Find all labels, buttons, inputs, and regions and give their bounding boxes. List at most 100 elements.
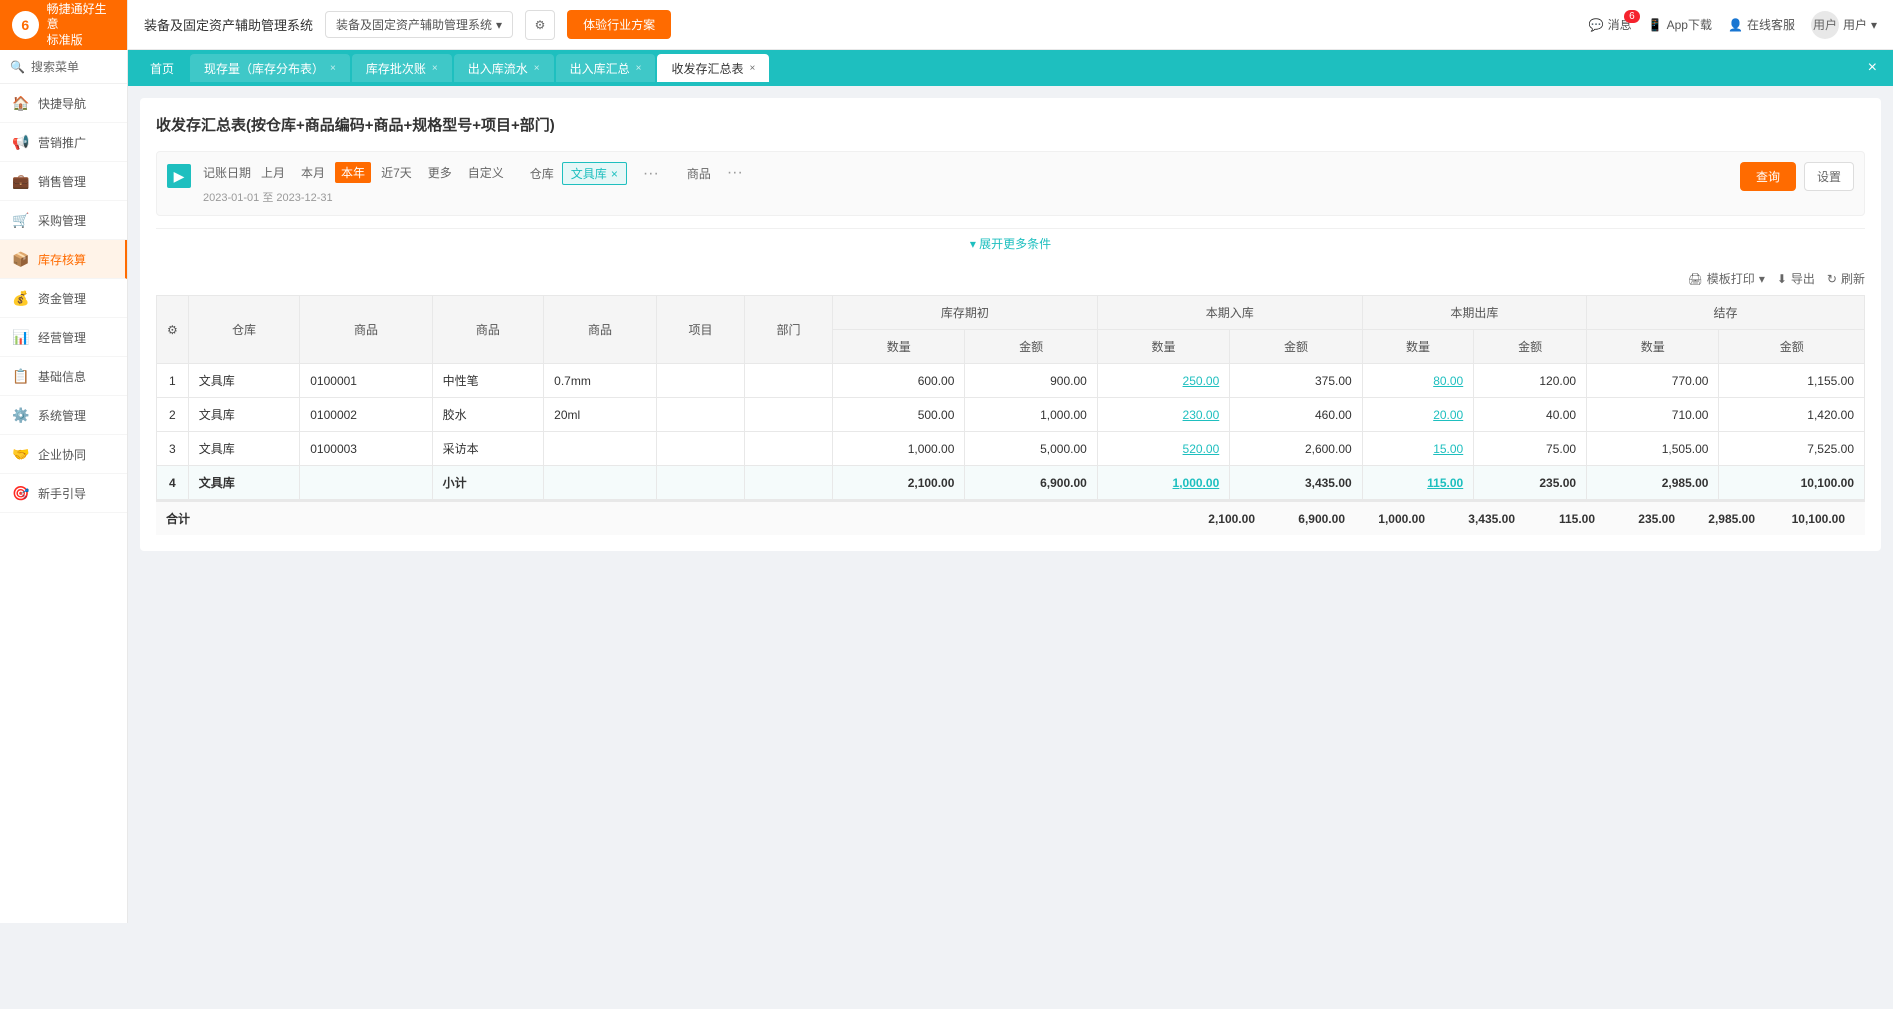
sidebar-item-quick-nav[interactable]: 🏠 快捷导航	[0, 84, 127, 123]
date-btn-last-month[interactable]: 上月	[255, 162, 291, 183]
user-dropdown-icon: ▾	[1871, 18, 1877, 32]
export-button[interactable]: ⬇ 导出	[1777, 270, 1815, 287]
sidebar-item-label: 新手引导	[38, 485, 86, 502]
tab-batch-ledger[interactable]: 库存批次账 ×	[352, 54, 452, 82]
date-btn-this-month[interactable]: 本月	[295, 162, 331, 183]
sidebar-item-base[interactable]: 📋 基础信息	[0, 357, 127, 396]
tab-close-icon[interactable]: ×	[432, 63, 438, 74]
sidebar-item-system[interactable]: ⚙️ 系统管理	[0, 396, 127, 435]
finance-icon: 💰	[12, 289, 30, 307]
tab-recv-send-summary[interactable]: 收发存汇总表 ×	[657, 54, 769, 82]
export-icon: ⬇	[1777, 272, 1787, 286]
warehouse-tag-close[interactable]: ×	[611, 167, 618, 181]
tab-close-icon[interactable]: ×	[749, 63, 755, 74]
marketing-icon: 📢	[12, 133, 30, 151]
table-cell[interactable]: 520.00	[1097, 432, 1229, 466]
date-btn-custom[interactable]: 自定义	[462, 162, 510, 183]
tab-in-out-summary[interactable]: 出入库汇总 ×	[556, 54, 656, 82]
table-cell	[656, 398, 744, 432]
sidebar-search[interactable]: 🔍 搜索菜单	[0, 50, 127, 84]
table-cell	[656, 364, 744, 398]
tab-bar-close[interactable]: ×	[1860, 59, 1885, 77]
trial-button[interactable]: 体验行业方案	[567, 10, 671, 39]
tab-close-icon[interactable]: ×	[534, 63, 540, 74]
sidebar-item-guide[interactable]: 🎯 新手引导	[0, 474, 127, 513]
sidebar-item-inventory[interactable]: 📦 库存核算	[0, 240, 127, 279]
date-btn-7days[interactable]: 近7天	[375, 162, 418, 183]
sidebar-item-marketing[interactable]: 📢 营销推广	[0, 123, 127, 162]
tab-home[interactable]: 首页	[136, 54, 188, 82]
footer-opening-qty: 2,100.00	[1185, 512, 1265, 526]
refresh-icon: ↻	[1827, 272, 1837, 286]
table-cell[interactable]: 15.00	[1362, 432, 1474, 466]
date-btn-this-year[interactable]: 本年	[335, 162, 371, 183]
sidebar-item-label: 基础信息	[38, 368, 86, 385]
table-cell	[744, 432, 832, 466]
sidebar-item-operation[interactable]: 📊 经营管理	[0, 318, 127, 357]
table-cell: 770.00	[1587, 364, 1719, 398]
tab-close-icon[interactable]: ×	[330, 63, 336, 74]
table-cell[interactable]: 230.00	[1097, 398, 1229, 432]
goods-filter-group: 商品 ···	[687, 162, 751, 184]
settings-button[interactable]: ⚙	[525, 10, 555, 40]
date-filter-label: 记账日期	[203, 164, 251, 181]
app-download-action[interactable]: 📱 App下载	[1648, 16, 1712, 33]
table-cell[interactable]: 1,000.00	[1097, 466, 1229, 500]
table-cell: 40.00	[1474, 398, 1587, 432]
tab-in-out-flow[interactable]: 出入库流水 ×	[454, 54, 554, 82]
filter-expand-button[interactable]: ▶	[167, 164, 191, 188]
table-cell: 1,000.00	[832, 432, 964, 466]
system-icon: ⚙️	[12, 406, 30, 424]
table-cell	[656, 466, 744, 500]
sidebar-item-label: 库存核算	[38, 251, 86, 268]
sidebar-item-label: 经营管理	[38, 329, 86, 346]
tab-close-icon[interactable]: ×	[636, 63, 642, 74]
sidebar-item-sales[interactable]: 💼 销售管理	[0, 162, 127, 201]
sales-icon: 💼	[12, 172, 30, 190]
th-closing: 结存	[1587, 296, 1865, 330]
tab-inventory-dist[interactable]: 现存量（库存分布表） ×	[190, 54, 350, 82]
table-row: 1文具库0100001中性笔0.7mm600.00900.00250.00375…	[157, 364, 1865, 398]
table-cell[interactable]: 250.00	[1097, 364, 1229, 398]
date-range: 2023-01-01 至 2023-12-31	[203, 189, 510, 205]
footer-out-amount: 235.00	[1605, 512, 1685, 526]
table-cell: 1,000.00	[965, 398, 1097, 432]
app-download-label: App下载	[1667, 16, 1712, 33]
date-btn-more[interactable]: 更多	[422, 162, 458, 183]
table-cell: 小计	[432, 466, 543, 500]
sidebar-item-enterprise[interactable]: 🤝 企业协同	[0, 435, 127, 474]
top-header: 装备及固定资产辅助管理系统 装备及固定资产辅助管理系统 ▾ ⚙ 体验行业方案 💬…	[128, 0, 1893, 50]
online-service-action[interactable]: 👤 在线客服	[1728, 16, 1795, 33]
table-cell: 120.00	[1474, 364, 1587, 398]
table-cell: 7,525.00	[1719, 432, 1865, 466]
user-action[interactable]: 用户 用户 ▾	[1811, 11, 1877, 39]
dropdown-icon: ▾	[496, 18, 502, 32]
tab-home-label: 首页	[150, 60, 174, 77]
table-cell[interactable]: 80.00	[1362, 364, 1474, 398]
table-cell: 375.00	[1230, 364, 1362, 398]
table-cell: 600.00	[832, 364, 964, 398]
setting-button[interactable]: 设置	[1804, 162, 1854, 191]
table-cell: 文具库	[188, 432, 299, 466]
expand-more-button[interactable]: ▾ 展开更多条件	[970, 237, 1051, 251]
table-cell: 中性笔	[432, 364, 543, 398]
th-settings[interactable]: ⚙	[157, 296, 189, 364]
message-action[interactable]: 💬 消息 6	[1589, 16, 1632, 33]
query-button[interactable]: 查询	[1740, 162, 1796, 191]
template-print-button[interactable]: 🖨 模板打印 ▾	[1688, 270, 1765, 287]
warehouse-more-dots[interactable]: ···	[635, 163, 667, 185]
sidebar-item-finance[interactable]: 💰 资金管理	[0, 279, 127, 318]
table-cell[interactable]: 115.00	[1362, 466, 1474, 500]
system-selector[interactable]: 装备及固定资产辅助管理系统 ▾	[325, 11, 513, 38]
goods-more-dots[interactable]: ···	[719, 162, 751, 184]
table-cell: 2,100.00	[832, 466, 964, 500]
footer-label: 合计	[166, 510, 190, 527]
goods-filter: 商品 ···	[687, 162, 751, 184]
download-icon: 📱	[1648, 18, 1663, 32]
sidebar-item-label: 快捷导航	[38, 95, 86, 112]
warehouse-tag[interactable]: 文具库 ×	[562, 162, 627, 185]
table-cell[interactable]: 20.00	[1362, 398, 1474, 432]
refresh-button[interactable]: ↻ 刷新	[1827, 270, 1865, 287]
tab-bar: 首页 现存量（库存分布表） × 库存批次账 × 出入库流水 × 出入库汇总 × …	[128, 50, 1893, 86]
sidebar-item-purchase[interactable]: 🛒 采购管理	[0, 201, 127, 240]
